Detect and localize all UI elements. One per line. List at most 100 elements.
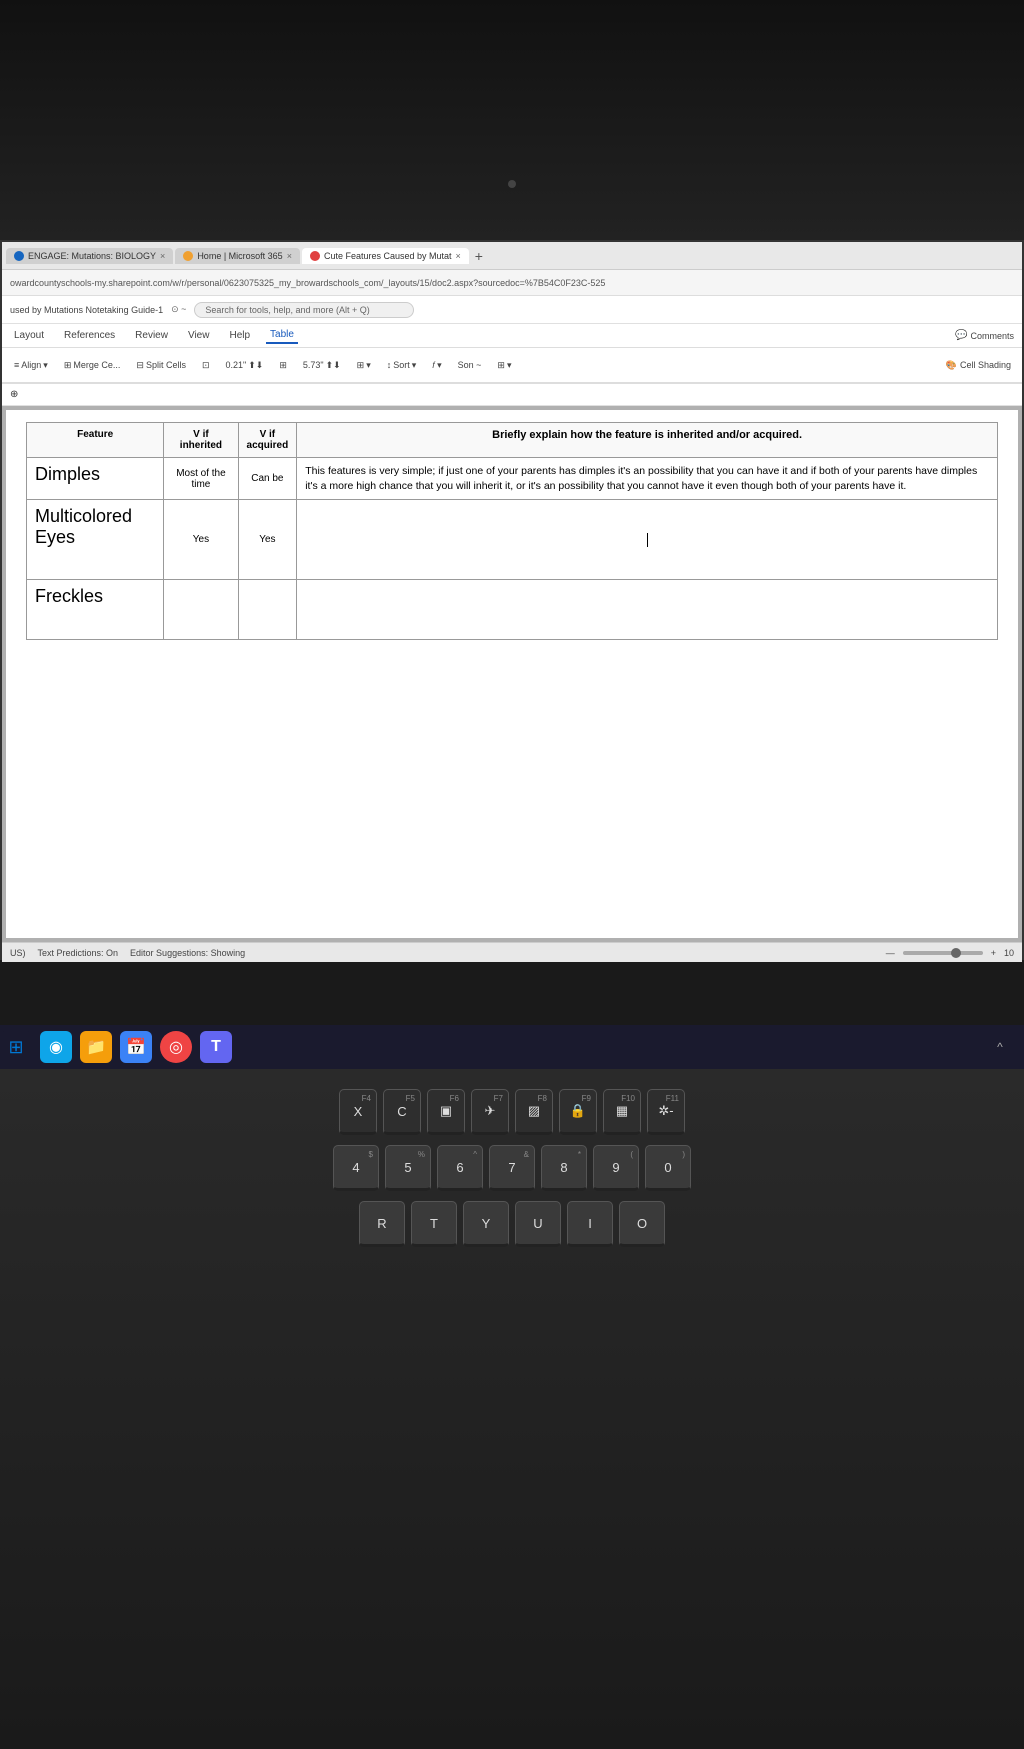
new-tab-button[interactable]: + [475,248,483,264]
key-f5-label: F5 [406,1094,415,1103]
menu-view[interactable]: View [184,328,214,343]
zoom-thumb[interactable] [951,948,961,958]
merge-cells-button[interactable]: ⊞ Merge Ce... [58,357,127,374]
key-t[interactable]: T [411,1201,457,1247]
table-properties-button[interactable]: ⊡ [196,357,216,374]
key-i[interactable]: I [567,1201,613,1247]
tab-microsoft365[interactable]: Home | Microsoft 365 × [175,248,300,264]
key-i-main: I [588,1216,592,1231]
sort-label: Sort [393,360,410,370]
editor-suggestions-status[interactable]: Editor Suggestions: Showing [130,948,245,958]
text-predictions-status[interactable]: Text Predictions: On [38,948,119,958]
tab-close-m365[interactable]: × [287,251,292,261]
formula-icon: 𝑓 [432,360,435,371]
col-header-feature: Feature [27,423,164,458]
key-f7[interactable]: F7 ✈ [471,1089,509,1135]
key-rparen-label: ) [682,1150,685,1159]
tab-close-cute[interactable]: × [456,251,461,261]
document-content[interactable]: Feature V ifinherited V ifacquired Brief… [6,410,1018,938]
split-cells-button[interactable]: ⊟ Split Cells [130,357,192,374]
sort-dropdown-icon: ▾ [412,360,417,371]
col-header-inherited: V ifinherited [164,423,238,458]
tab-label-cute: Cute Features Caused by Mutat [324,251,452,261]
key-0[interactable]: ) 0 [645,1145,691,1191]
key-f4[interactable]: F4 X [339,1089,377,1135]
width-field[interactable]: 5.73" ⬆⬇ [297,357,347,374]
key-f11[interactable]: F11 ✲- [647,1089,685,1135]
minus-zoom[interactable]: — [886,948,895,958]
key-f5[interactable]: F5 C [383,1089,421,1135]
comments-button[interactable]: 💬 Comments [955,330,1014,341]
tab-engage[interactable]: ENGAGE: Mutations: BIOLOGY × [6,248,173,264]
key-y[interactable]: Y [463,1201,509,1247]
key-percent-label: % [418,1150,425,1159]
key-9[interactable]: ( 9 [593,1145,639,1191]
camera [508,180,516,188]
width-stepper[interactable]: ⬆⬇ [326,360,341,371]
key-r[interactable]: R [359,1201,405,1247]
search-box[interactable]: Search for tools, help, and more (Alt + … [194,302,414,318]
menu-review[interactable]: Review [131,328,172,343]
number-key-row: $ 4 % 5 ^ 6 & 7 * 8 ( 9 ) 0 [333,1145,691,1191]
key-o-main: O [637,1216,647,1231]
key-6[interactable]: ^ 6 [437,1145,483,1191]
align-icon: ≡ [14,360,19,370]
plus-zoom[interactable]: + [991,948,996,958]
key-f8[interactable]: F8 ▨ [515,1089,553,1135]
key-f9[interactable]: F9 🔒 [559,1089,597,1135]
explain-freckles[interactable] [297,580,998,640]
explain-dimples[interactable]: This features is very simple; if just on… [297,458,998,500]
version-indicator: ⊙ ~ [171,304,186,315]
cell-shading-button[interactable]: 🎨 Cell Shading [941,358,1016,373]
key-8[interactable]: * 8 [541,1145,587,1191]
properties-icon: ⊡ [202,360,210,371]
son-button[interactable]: Son ~ [452,357,488,373]
menu-table[interactable]: Table [266,327,298,344]
acquired-dimples: Can be [238,458,297,500]
calendar-taskbar-icon[interactable]: 📅 [120,1031,152,1063]
chrome-taskbar-icon[interactable]: ◎ [160,1031,192,1063]
key-f7-label: F7 [494,1094,503,1103]
key-7[interactable]: & 7 [489,1145,535,1191]
explain-multicolored[interactable] [297,500,998,580]
key-5[interactable]: % 5 [385,1145,431,1191]
align-button[interactable]: ≡ Align ▾ [8,357,54,374]
borders-icon: ⊞ [497,360,505,371]
address-text: owardcountyschools-my.sharepoint.com/w/r… [10,278,605,288]
align-dropdown-icon: ▾ [43,360,48,371]
feature-multicolored-eyes: Multicolored Eyes [27,500,164,580]
key-f9-label: F9 [582,1094,591,1103]
edge-taskbar-icon[interactable]: ◉ [40,1031,72,1063]
tab-close-engage[interactable]: × [160,251,165,261]
tab-cute-features[interactable]: Cute Features Caused by Mutat × [302,248,469,264]
key-5-main: 5 [404,1160,411,1175]
windows-taskbar-icon[interactable]: ⊞ [0,1031,32,1063]
key-f10[interactable]: F10 ▦ [603,1089,641,1135]
menu-references[interactable]: References [60,328,119,343]
dimension-field[interactable]: 0.21" ⬆⬇ [220,357,270,374]
zoom-slider[interactable] [903,951,983,955]
key-u[interactable]: U [515,1201,561,1247]
files-taskbar-icon[interactable]: 📁 [80,1031,112,1063]
key-f6[interactable]: F6 ▣ [427,1089,465,1135]
borders-button[interactable]: ⊞ ▾ [491,357,517,374]
address-bar[interactable]: owardcountyschools-my.sharepoint.com/w/r… [2,270,1022,296]
key-lparen-label: ( [630,1150,633,1159]
table-grid-view[interactable]: ⊞ ▾ [351,357,377,374]
key-4[interactable]: $ 4 [333,1145,379,1191]
laptop-screen: ENGAGE: Mutations: BIOLOGY × Home | Micr… [0,240,1024,960]
key-caret-label: ^ [473,1150,477,1159]
col-header-acquired: V ifacquired [238,423,297,458]
menu-help[interactable]: Help [225,328,254,343]
grid-button[interactable]: ⊞ [273,357,293,374]
sort-dropdown-icon: ▾ [366,360,371,371]
menu-layout[interactable]: Layout [10,328,48,343]
formula-button[interactable]: 𝑓 ▾ [426,357,447,374]
notification-area[interactable]: ^ [984,1031,1016,1063]
key-o[interactable]: O [619,1201,665,1247]
teams-taskbar-icon[interactable]: T [200,1031,232,1063]
key-f6-icon: ▣ [440,1103,452,1119]
sort-button[interactable]: ↕ Sort ▾ [381,357,423,374]
key-u-main: U [533,1216,542,1231]
dimension-stepper[interactable]: ⬆⬇ [248,360,263,371]
